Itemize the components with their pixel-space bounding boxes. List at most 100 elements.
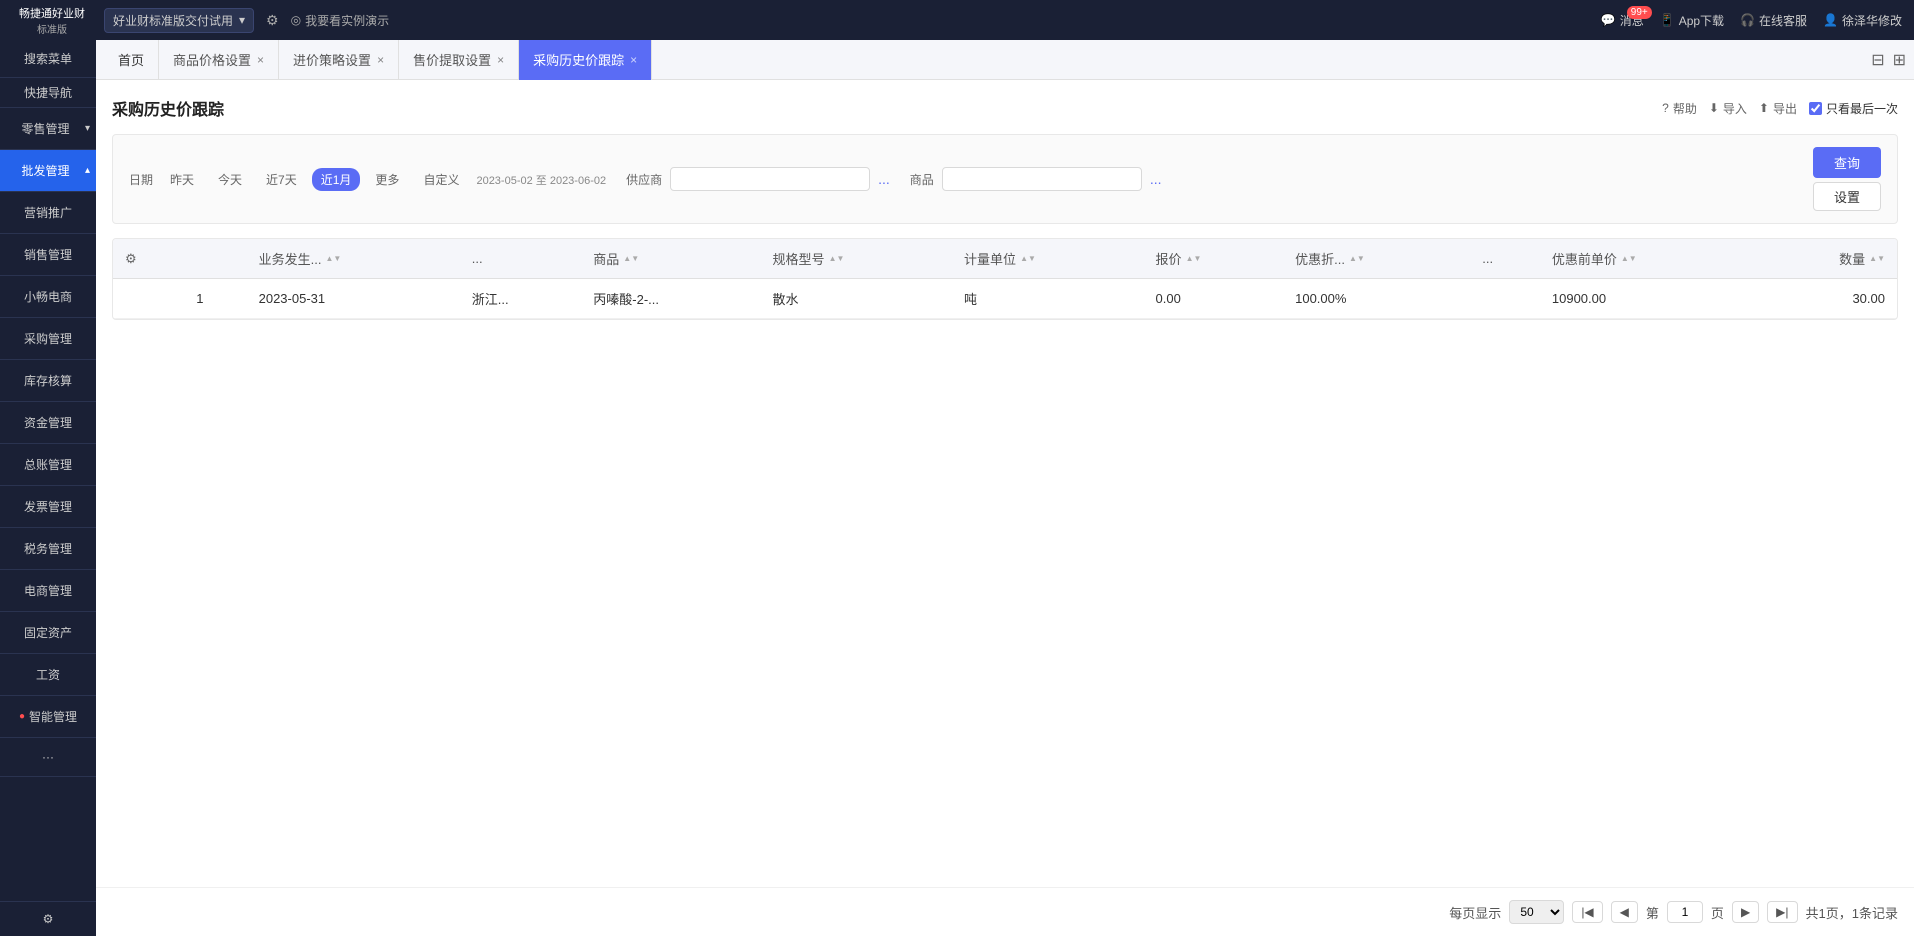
supplier-dots-button[interactable]: ... <box>878 171 890 187</box>
top-bar: 畅捷通好业财 标准版 好业财标准版交付试用 ▾ ⚙ ◎ 我要看实例演示 💬 消息… <box>0 0 1914 40</box>
row-pre-discount-price: 10900.00 <box>1540 279 1757 319</box>
sidebar-settings-button[interactable]: ⚙ <box>0 901 96 936</box>
sidebar-search[interactable]: 搜索菜单 <box>0 40 96 78</box>
sidebar-item-payroll[interactable]: 工资 <box>0 654 96 696</box>
col-spec-label: 规格型号 <box>773 249 825 268</box>
sidebar-item-assets[interactable]: 固定资产 <box>0 612 96 654</box>
tab-home[interactable]: 首页 <box>104 40 159 80</box>
col-gear[interactable]: ⚙ <box>113 239 184 279</box>
export-button[interactable]: ⬆ 导出 <box>1759 100 1797 117</box>
date-btn-today[interactable]: 今天 <box>209 168 251 191</box>
goods-dots-button[interactable]: ... <box>1150 171 1162 187</box>
col-date[interactable]: 业务发生... ▲▼ <box>247 239 460 279</box>
page-prev-button[interactable]: ◀ <box>1611 901 1638 923</box>
user-menu-button[interactable]: 👤 徐泽华修改 <box>1823 12 1902 29</box>
tab-sale-price[interactable]: 售价提取设置 × <box>399 40 519 80</box>
page-first-button[interactable]: |◀ <box>1572 901 1602 923</box>
date-filter-group: 日期 昨天 今天 近7天 近1月 更多 自定义 2023-05-02 至 202… <box>129 168 606 191</box>
date-btn-7days[interactable]: 近7天 <box>257 168 306 191</box>
sidebar-item-finance[interactable]: 资金管理 <box>0 402 96 444</box>
col-price[interactable]: 报价 ▲▼ <box>1144 239 1284 279</box>
sidebar-item-ledger[interactable]: 总账管理 <box>0 444 96 486</box>
sidebar-item-retail[interactable]: 零售管理 ▾ <box>0 108 96 150</box>
row-dots <box>1470 279 1540 319</box>
play-icon: ◎ <box>291 13 301 27</box>
import-button[interactable]: ⬇ 导入 <box>1709 100 1747 117</box>
sidebar-item-invoice[interactable]: 发票管理 <box>0 486 96 528</box>
sidebar-item-smart[interactable]: ● 智能管理 <box>0 696 96 738</box>
col-date-label: 业务发生... <box>259 249 322 268</box>
tab-bar: 首页 商品价格设置 × 进价策略设置 × 售价提取设置 × 采购历史价跟踪 × … <box>96 40 1914 80</box>
sidebar-item-ecom-small[interactable]: 小畅电商 <box>0 276 96 318</box>
row-index: 1 <box>184 279 246 319</box>
sort-icon-unit: ▲▼ <box>1020 255 1036 263</box>
topbar-gear-button[interactable]: ⚙ <box>266 12 279 29</box>
filter-settings-button[interactable]: 设置 <box>1813 182 1881 211</box>
app-download-button[interactable]: 📱 App下载 <box>1660 12 1724 29</box>
tab-history-price[interactable]: 采购历史价跟踪 × <box>519 40 652 80</box>
version-selector[interactable]: 好业财标准版交付试用 ▾ <box>104 8 254 33</box>
date-btn-yesterday[interactable]: 昨天 <box>161 168 203 191</box>
sidebar-item-tax[interactable]: 税务管理 <box>0 528 96 570</box>
demo-button[interactable]: ◎ 我要看实例演示 <box>291 12 390 29</box>
date-btn-more[interactable]: 更多 <box>366 168 408 191</box>
tab-price-close[interactable]: × <box>257 53 264 67</box>
sidebar-item-sales[interactable]: 销售管理 <box>0 234 96 276</box>
sort-icon-date: ▲▼ <box>325 255 341 263</box>
col-spec[interactable]: 规格型号 ▲▼ <box>761 239 953 279</box>
chevron-icon: ▾ <box>85 123 90 134</box>
tab-sale-price-label: 售价提取设置 <box>413 50 491 69</box>
query-button[interactable]: 查询 <box>1813 147 1881 178</box>
row-date: 2023-05-31 <box>247 279 460 319</box>
date-btn-1month[interactable]: 近1月 <box>312 168 361 191</box>
col-pre-discount-label: 优惠前单价 <box>1552 249 1617 268</box>
help-button[interactable]: ? 帮助 <box>1662 100 1697 117</box>
messages-button[interactable]: 💬 消息 99+ <box>1601 12 1644 29</box>
col-goods[interactable]: 商品 ▲▼ <box>581 239 760 279</box>
page-last-button[interactable]: ▶| <box>1767 901 1797 923</box>
tab-bar-right: ⊟ ⊞ <box>1871 50 1906 70</box>
date-btn-custom[interactable]: 自定义 <box>414 168 468 191</box>
page-content: 采购历史价跟踪 ? 帮助 ⬇ 导入 ⬆ 导出 <box>96 80 1914 887</box>
last-only-checkbox[interactable] <box>1809 102 1822 115</box>
page-next-button[interactable]: ▶ <box>1732 901 1759 923</box>
app-subtitle: 标准版 <box>37 21 67 36</box>
col-dots2[interactable]: ... <box>1470 239 1540 279</box>
column-settings-icon[interactable]: ⚙ <box>125 251 137 266</box>
tab-home-label: 首页 <box>118 50 144 69</box>
sidebar-item-more[interactable]: ··· <box>0 738 96 777</box>
col-discount[interactable]: 优惠折... ▲▼ <box>1283 239 1470 279</box>
sidebar-item-marketing[interactable]: 营销推广 <box>0 192 96 234</box>
col-dots[interactable]: ... <box>460 239 582 279</box>
goods-input[interactable] <box>942 167 1142 191</box>
supplier-filter-group: 供应商 ... <box>626 167 890 191</box>
page-title: 采购历史价跟踪 <box>112 96 224 120</box>
row-price: 0.00 <box>1144 279 1284 319</box>
tab-purchase-strategy-close[interactable]: × <box>377 53 384 67</box>
app-title: 畅捷通好业财 <box>19 5 85 21</box>
sidebar-item-ecom[interactable]: 电商管理 <box>0 570 96 612</box>
sidebar-item-inventory[interactable]: 库存核算 <box>0 360 96 402</box>
supplier-input[interactable] <box>670 167 870 191</box>
tab-expand-button[interactable]: ⊞ <box>1893 50 1906 70</box>
tab-minimize-button[interactable]: ⊟ <box>1871 50 1884 70</box>
tab-price[interactable]: 商品价格设置 × <box>159 40 279 80</box>
col-pre-discount-price[interactable]: 优惠前单价 ▲▼ <box>1540 239 1757 279</box>
per-page-select[interactable]: 50 20 100 <box>1509 900 1564 924</box>
sort-icon-spec: ▲▼ <box>829 255 845 263</box>
tab-purchase-strategy[interactable]: 进价策略设置 × <box>279 40 399 80</box>
sidebar-item-wholesale[interactable]: 批发管理 ▴ <box>0 150 96 192</box>
tab-sale-price-close[interactable]: × <box>497 53 504 67</box>
sidebar-item-purchase[interactable]: 采购管理 <box>0 318 96 360</box>
page-input[interactable] <box>1667 901 1703 923</box>
col-unit[interactable]: 计量单位 ▲▼ <box>952 239 1144 279</box>
supplier-filter-label: 供应商 <box>626 171 662 188</box>
sidebar-quick-nav[interactable]: 快捷导航 <box>0 78 96 108</box>
online-service-button[interactable]: 🎧 在线客服 <box>1740 12 1807 29</box>
col-quantity[interactable]: 数量 ▲▼ <box>1757 239 1897 279</box>
last-only-checkbox-label[interactable]: 只看最后一次 <box>1809 100 1898 117</box>
total-info: 共1页，1条记录 <box>1806 903 1898 922</box>
row-discount: 100.00% <box>1283 279 1470 319</box>
page-label: 第 <box>1646 903 1659 922</box>
tab-history-price-close[interactable]: × <box>630 53 637 67</box>
